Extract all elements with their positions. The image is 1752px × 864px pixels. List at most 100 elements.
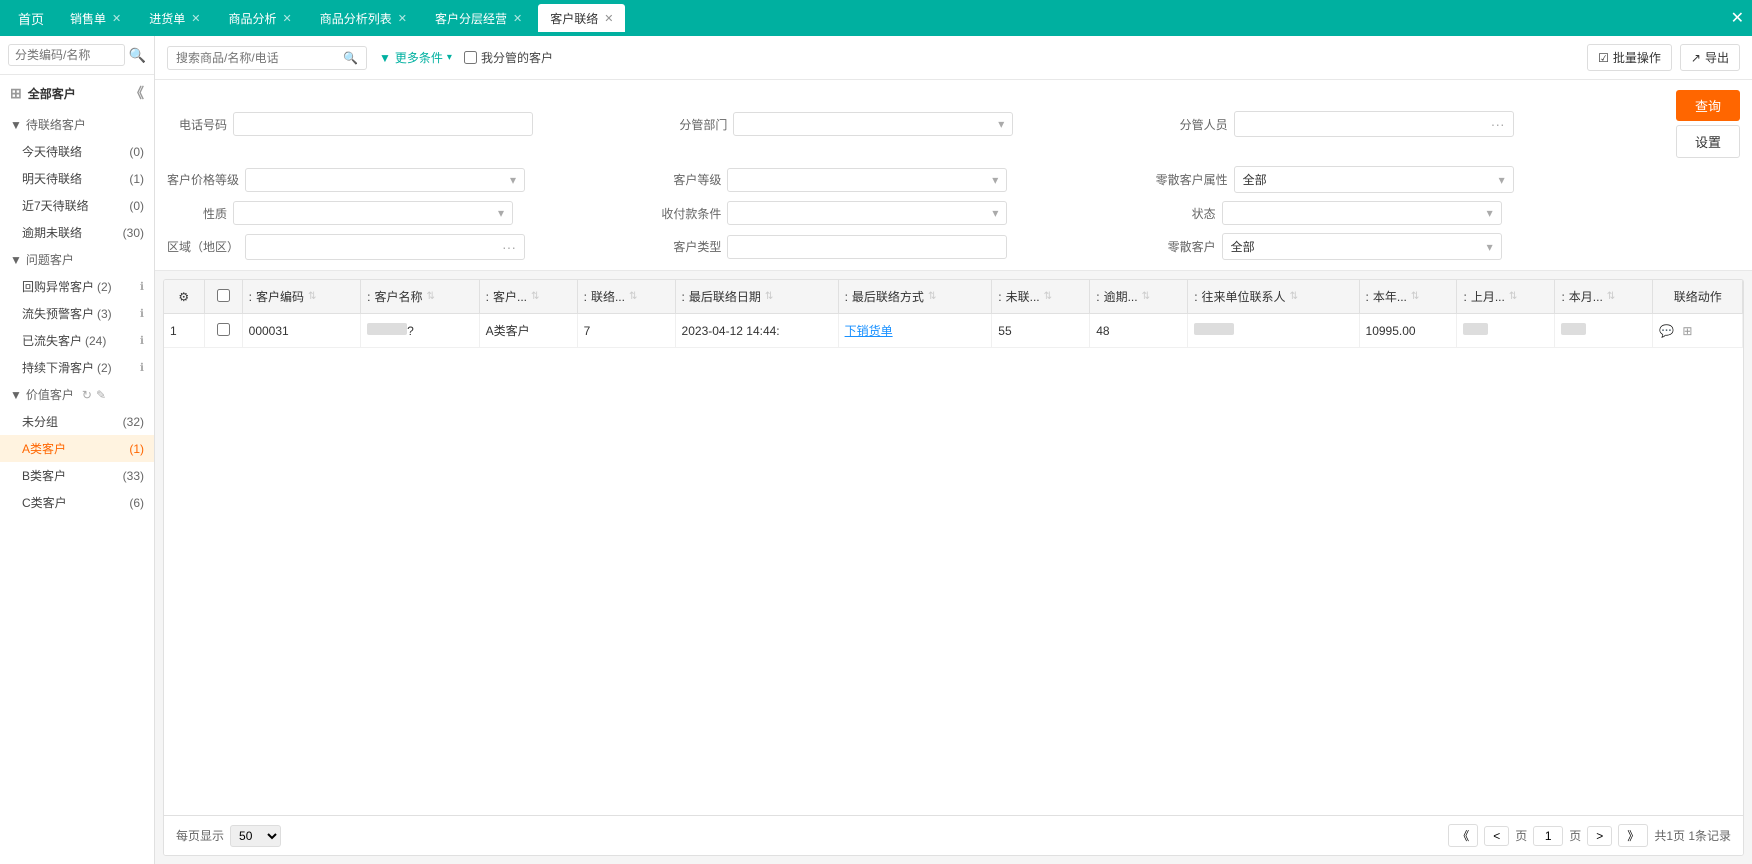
refresh-icon[interactable]: ↻ <box>82 388 92 402</box>
region-select[interactable]: ··· <box>245 234 525 260</box>
sidebar-item-c-class[interactable]: C类客户 (6) <box>0 489 154 516</box>
retail-attr-select[interactable]: 全部 ▾ <box>1234 166 1514 193</box>
close-sales-order-icon[interactable]: ✕ <box>112 12 121 25</box>
item-label: 已流失客户 <box>22 332 82 349</box>
item-label: 回购异常客户 <box>22 278 94 295</box>
sort-icon: ⇅ <box>928 291 936 302</box>
dots-icon: ··· <box>502 239 516 255</box>
next-page-button[interactable]: > <box>1587 826 1612 846</box>
sidebar-collapse-icon[interactable]: 《 <box>130 83 144 103</box>
this-year-col[interactable]: : 本年... ⇅ <box>1359 280 1457 314</box>
last-contact-method-col[interactable]: : 最后联络方式 ⇅ <box>838 280 992 314</box>
item-count: (24) <box>85 334 106 348</box>
tab-product-analysis-list[interactable]: 商品分析列表 ✕ <box>308 4 419 32</box>
close-customer-layered-icon[interactable]: ✕ <box>513 12 522 25</box>
sort-icon: ⇅ <box>531 291 539 302</box>
info-icon: ℹ <box>140 361 144 374</box>
filter-right-actions: ☑ 批量操作 ↗ 导出 <box>1587 44 1740 71</box>
window-close-icon[interactable]: ✕ <box>1731 8 1744 28</box>
sidebar-item-a-class[interactable]: A类客户 (1) <box>0 435 154 462</box>
customer-type-input[interactable] <box>727 235 1007 259</box>
search-icon[interactable]: 🔍 <box>343 51 358 65</box>
settings-button[interactable]: 设置 <box>1676 125 1740 158</box>
item-label: 逾期未联络 <box>22 224 82 241</box>
customer-type-col[interactable]: : 客户... ⇅ <box>479 280 577 314</box>
sidebar-item-declining[interactable]: 持续下滑客户 (2) ℹ <box>0 354 154 381</box>
payment-select[interactable]: ▾ <box>727 201 1007 225</box>
edit-icon[interactable]: ✎ <box>96 388 106 402</box>
table-scroll-area[interactable]: ⚙ : 客户编码 ⇅ <box>164 280 1743 815</box>
sidebar-item-b-class[interactable]: B类客户 (33) <box>0 462 154 489</box>
item-label: 未分组 <box>22 413 58 430</box>
sidebar-item-ungrouped[interactable]: 未分组 (32) <box>0 408 154 435</box>
sidebar-item-tomorrow-pending[interactable]: 明天待联络 (1) <box>0 165 154 192</box>
last-page-button[interactable]: 》 <box>1618 824 1648 847</box>
select-all-checkbox[interactable] <box>217 289 230 302</box>
sidebar-search-icon[interactable]: 🔍 <box>129 47 146 64</box>
my-customers-checkbox[interactable]: 我分管的客户 <box>464 49 553 66</box>
last-contact-date-col[interactable]: : 最后联络日期 ⇅ <box>675 280 838 314</box>
tab-sales-order[interactable]: 销售单 ✕ <box>58 4 133 32</box>
status-select[interactable]: ▾ <box>1222 201 1502 225</box>
sidebar-item-churn-warning[interactable]: 流失预警客户 (3) ℹ <box>0 300 154 327</box>
batch-ops-button[interactable]: ☑ 批量操作 <box>1587 44 1672 71</box>
row-checkbox[interactable] <box>217 323 230 336</box>
info-icon: ℹ <box>140 334 144 347</box>
page-number-input[interactable] <box>1533 826 1563 846</box>
last-month-col[interactable]: : 上月... ⇅ <box>1457 280 1555 314</box>
tab-customer-layered[interactable]: 客户分层经营 ✕ <box>423 4 534 32</box>
qr-icon[interactable]: ⊞ <box>1682 324 1692 338</box>
overdue-col[interactable]: : 逾期... ⇅ <box>1090 280 1188 314</box>
contact-method-link[interactable]: 下销货单 <box>845 324 893 338</box>
tab-customer-contact[interactable]: 客户联络 ✕ <box>538 4 625 32</box>
main-search-input[interactable] <box>176 51 339 65</box>
dots-icon: ··· <box>1491 116 1505 132</box>
sidebar-item-overdue[interactable]: 逾期未联络 (30) <box>0 219 154 246</box>
sidebar-group-value[interactable]: ▼ 价值客户 ↻ ✎ <box>0 381 154 408</box>
close-product-analysis-icon[interactable]: ✕ <box>283 12 292 25</box>
customer-code-col[interactable]: : 客户编码 ⇅ <box>242 280 361 314</box>
contact-count-col[interactable]: : 联络... ⇅ <box>577 280 675 314</box>
customer-name-cell: ? <box>361 314 480 348</box>
sidebar-group-pending[interactable]: ▼ 待联络客户 <box>0 111 154 138</box>
home-tab[interactable]: 首页 <box>8 9 54 28</box>
my-customers-check[interactable] <box>464 51 477 64</box>
checkbox-col-header[interactable] <box>204 280 242 314</box>
page-size-select[interactable]: 50 100 200 <box>230 825 281 847</box>
tab-purchase-order[interactable]: 进货单 ✕ <box>137 4 212 32</box>
sidebar-item-7day-pending[interactable]: 近7天待联络 (0) <box>0 192 154 219</box>
prev-page-button[interactable]: < <box>1484 826 1509 846</box>
customer-grade-select[interactable]: ▾ <box>727 168 1007 192</box>
customer-name-col[interactable]: : 客户名称 ⇅ <box>361 280 480 314</box>
first-page-button[interactable]: 《 <box>1448 824 1478 847</box>
filter-row-2: 客户价格等级 ▾ 客户等级 ▾ 零散客户属性 全部 <box>167 166 1740 193</box>
settings-col-header[interactable]: ⚙ <box>164 280 204 314</box>
nature-select[interactable]: ▾ <box>233 201 513 225</box>
sidebar-item-today-pending[interactable]: 今天待联络 (0) <box>0 138 154 165</box>
unit-contacts-col[interactable]: : 往来单位联系人 ⇅ <box>1188 280 1359 314</box>
sidebar-item-churned[interactable]: 已流失客户 (24) ℹ <box>0 327 154 354</box>
sidebar-search-input[interactable] <box>8 44 125 66</box>
sidebar-group-problem[interactable]: ▼ 问题客户 <box>0 246 154 273</box>
sidebar-item-repurchase-abnormal[interactable]: 回购异常客户 (2) ℹ <box>0 273 154 300</box>
grid-icon: ⊞ <box>10 85 22 102</box>
not-contacted-col[interactable]: : 未联... ⇅ <box>992 280 1090 314</box>
this-month-col[interactable]: : 本月... ⇅ <box>1555 280 1653 314</box>
last-contact-date-cell: 2023-04-12 14:44: <box>675 314 838 348</box>
phone-input[interactable] <box>233 112 533 136</box>
sort-icon: ⇅ <box>765 291 773 302</box>
gear-icon[interactable]: ⚙ <box>178 290 189 304</box>
message-icon[interactable]: 💬 <box>1659 324 1674 338</box>
dept-select[interactable]: ▾ <box>733 112 1013 136</box>
arrow-down-icon: ▼ <box>10 118 22 132</box>
close-product-analysis-list-icon[interactable]: ✕ <box>398 12 407 25</box>
price-grade-select[interactable]: ▾ <box>245 168 525 192</box>
close-purchase-order-icon[interactable]: ✕ <box>191 12 200 25</box>
close-customer-contact-icon[interactable]: ✕ <box>604 12 613 25</box>
retail-customer-select[interactable]: 全部 ▾ <box>1222 233 1502 260</box>
manager-select[interactable]: ··· <box>1234 111 1514 137</box>
more-filters-btn[interactable]: ▼ 更多条件 ▾ <box>379 49 452 66</box>
query-button[interactable]: 查询 <box>1676 90 1740 121</box>
export-button[interactable]: ↗ 导出 <box>1680 44 1740 71</box>
tab-product-analysis[interactable]: 商品分析 ✕ <box>216 4 303 32</box>
